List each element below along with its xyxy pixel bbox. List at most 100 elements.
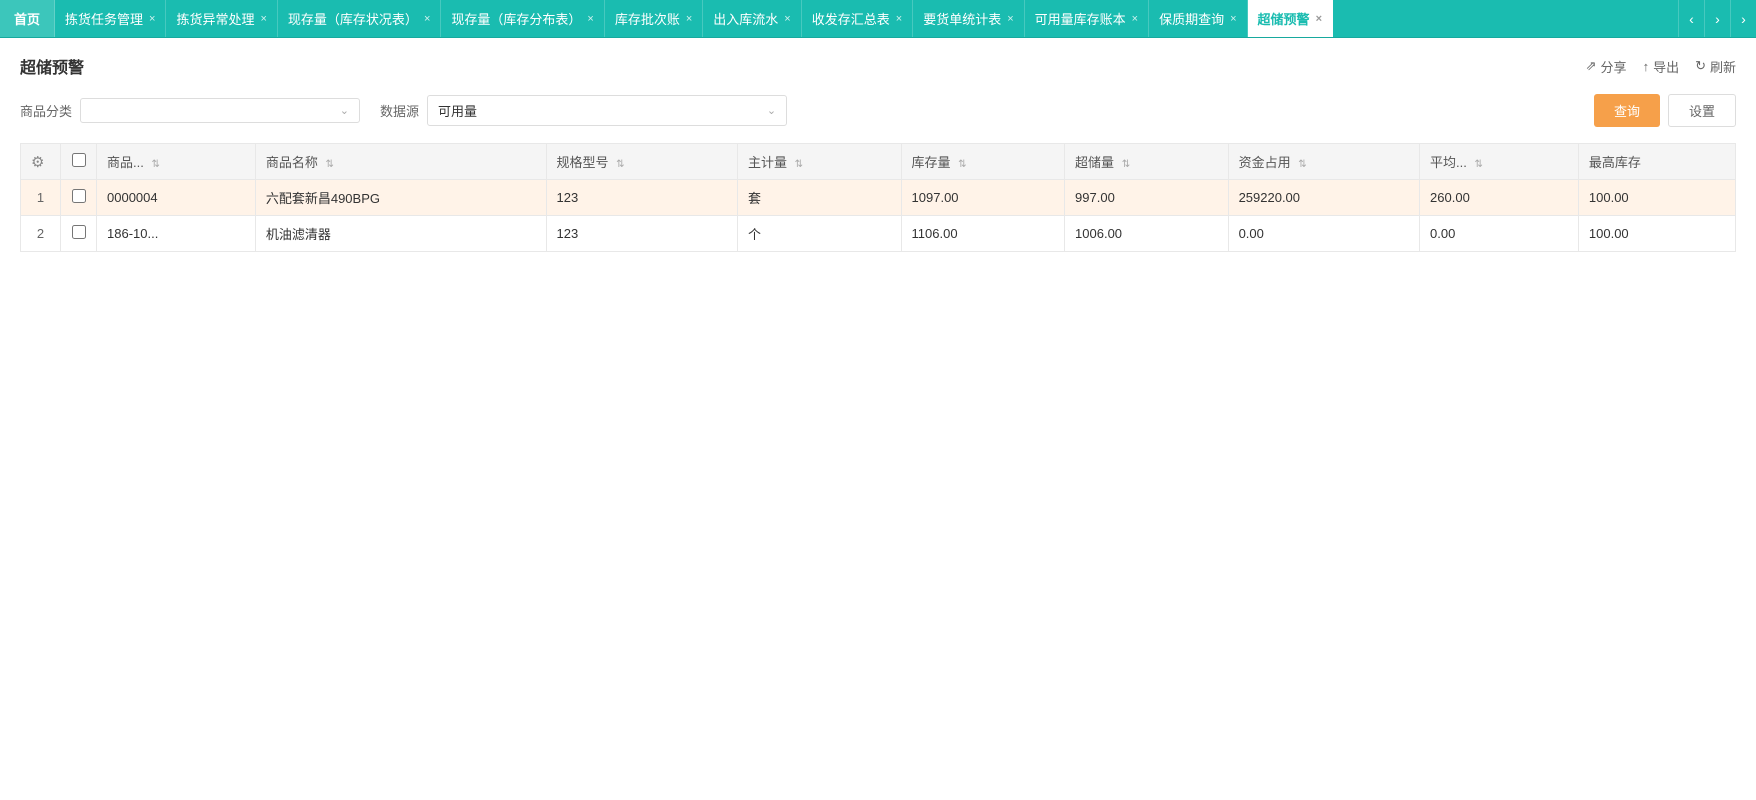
th-avg: 平均... ⇅ <box>1420 144 1579 180</box>
row-index: 2 <box>21 216 61 252</box>
row-checkbox-1[interactable] <box>72 225 86 239</box>
nav-next-arrow[interactable]: › <box>1704 0 1730 38</box>
share-button[interactable]: ⇗ 分享 <box>1586 57 1627 76</box>
row-unit: 个 <box>738 216 902 252</box>
datasource-select-value: 可用量 <box>438 101 477 120</box>
nav-prev-arrow[interactable]: ‹ <box>1678 0 1704 38</box>
row-avg: 260.00 <box>1420 180 1579 216</box>
close-tab-4-icon[interactable]: × <box>686 13 692 25</box>
nav-tab-8[interactable]: 可用量库存账本 × <box>1025 0 1149 37</box>
close-tab-8-icon[interactable]: × <box>1132 13 1138 25</box>
page-title: 超储预警 <box>20 54 84 78</box>
close-tab-6-icon[interactable]: × <box>896 13 902 25</box>
nav-tab-2[interactable]: 现存量（库存状况表） × <box>278 0 441 37</box>
close-tab-5-icon[interactable]: × <box>784 13 790 25</box>
nav-tab-3[interactable]: 现存量（库存分布表） × <box>441 0 604 37</box>
th-product-code: 商品... ⇅ <box>97 144 256 180</box>
sort-icon-capital[interactable]: ⇅ <box>1298 159 1306 170</box>
refresh-icon: ↻ <box>1695 58 1706 74</box>
th-product-name: 商品名称 ⇅ <box>255 144 546 180</box>
nav-more-arrow[interactable]: › <box>1730 0 1756 38</box>
row-max-stock: 100.00 <box>1578 180 1735 216</box>
th-overstock: 超储量 ⇅ <box>1065 144 1229 180</box>
table-row: 2 186-10... 机油滤清器 123 个 1106.00 1006.00 … <box>21 216 1736 252</box>
row-unit: 套 <box>738 180 902 216</box>
sort-icon-overstock[interactable]: ⇅ <box>1122 159 1130 170</box>
category-select[interactable]: ⌄ <box>80 98 360 123</box>
datasource-label: 数据源 <box>380 101 419 120</box>
page-header: 超储预警 ⇗ 分享 ↑ 导出 ↻ 刷新 <box>20 54 1736 78</box>
close-tab-7-icon[interactable]: × <box>1007 13 1013 25</box>
th-spec: 规格型号 ⇅ <box>546 144 737 180</box>
page-content: 超储预警 ⇗ 分享 ↑ 导出 ↻ 刷新 商品分类 ⌄ 数据源 <box>0 38 1756 268</box>
row-overstock: 997.00 <box>1065 180 1229 216</box>
row-stock: 1106.00 <box>901 216 1065 252</box>
datasource-filter: 数据源 可用量 ⌄ <box>380 95 787 126</box>
th-settings: ⚙ <box>21 144 61 180</box>
nav-tab-4[interactable]: 库存批次账 × <box>605 0 703 37</box>
row-spec: 123 <box>546 180 737 216</box>
chevron-down-icon-2: ⌄ <box>767 104 776 117</box>
sort-icon-stock[interactable]: ⇅ <box>958 159 966 170</box>
row-stock: 1097.00 <box>901 180 1065 216</box>
nav-tab-5[interactable]: 出入库流水 × <box>703 0 801 37</box>
header-actions: ⇗ 分享 ↑ 导出 ↻ 刷新 <box>1586 57 1736 76</box>
nav-tab-7[interactable]: 要货单统计表 × <box>913 0 1024 37</box>
th-checkbox <box>61 144 97 180</box>
close-tab-10-icon[interactable]: × <box>1316 13 1322 25</box>
table-row: 1 0000004 六配套新昌490BPG 123 套 1097.00 997.… <box>21 180 1736 216</box>
gear-icon[interactable]: ⚙ <box>31 154 44 171</box>
close-tab-3-icon[interactable]: × <box>587 13 593 25</box>
filter-actions: 查询 设置 <box>1594 94 1736 127</box>
th-max-stock: 最高库存 <box>1578 144 1735 180</box>
nav-tab-6[interactable]: 收发存汇总表 × <box>802 0 913 37</box>
close-tab-1-icon[interactable]: × <box>260 13 266 25</box>
row-checkbox-cell <box>61 180 97 216</box>
top-navigation: 首页 拣货任务管理 × 拣货异常处理 × 现存量（库存状况表） × 现存量（库存… <box>0 0 1756 38</box>
select-all-checkbox[interactable] <box>72 153 86 167</box>
row-avg: 0.00 <box>1420 216 1579 252</box>
nav-tab-10[interactable]: 超储预警 × <box>1248 0 1333 37</box>
row-product-name: 机油滤清器 <box>255 216 546 252</box>
nav-tab-1[interactable]: 拣货异常处理 × <box>166 0 277 37</box>
nav-tab-0[interactable]: 拣货任务管理 × <box>55 0 166 37</box>
share-icon: ⇗ <box>1586 58 1597 74</box>
datasource-select[interactable]: 可用量 ⌄ <box>427 95 787 126</box>
sort-icon-product-name[interactable]: ⇅ <box>325 159 333 170</box>
row-checkbox-cell <box>61 216 97 252</box>
settings-button[interactable]: 设置 <box>1668 94 1736 127</box>
row-index: 1 <box>21 180 61 216</box>
th-stock: 库存量 ⇅ <box>901 144 1065 180</box>
row-product-name: 六配套新昌490BPG <box>255 180 546 216</box>
sort-icon-unit[interactable]: ⇅ <box>795 159 803 170</box>
nav-tab-9[interactable]: 保质期查询 × <box>1149 0 1247 37</box>
refresh-button[interactable]: ↻ 刷新 <box>1695 57 1736 76</box>
row-max-stock: 100.00 <box>1578 216 1735 252</box>
nav-arrows: ‹ › › <box>1678 0 1756 38</box>
th-unit: 主计量 ⇅ <box>738 144 902 180</box>
filter-row: 商品分类 ⌄ 数据源 可用量 ⌄ 查询 设置 <box>20 94 1736 127</box>
close-tab-0-icon[interactable]: × <box>149 13 155 25</box>
row-overstock: 1006.00 <box>1065 216 1229 252</box>
nav-home[interactable]: 首页 <box>0 0 55 37</box>
query-button[interactable]: 查询 <box>1594 94 1660 127</box>
category-filter: 商品分类 ⌄ <box>20 98 360 123</box>
data-table: ⚙ 商品... ⇅ 商品名称 ⇅ 规格型号 ⇅ 主计量 <box>20 143 1736 252</box>
sort-icon-product-code[interactable]: ⇅ <box>151 159 159 170</box>
row-spec: 123 <box>546 216 737 252</box>
sort-icon-avg[interactable]: ⇅ <box>1475 159 1483 170</box>
close-tab-9-icon[interactable]: × <box>1230 13 1236 25</box>
row-capital: 0.00 <box>1228 216 1419 252</box>
export-icon: ↑ <box>1643 59 1650 74</box>
sort-icon-spec[interactable]: ⇅ <box>616 159 624 170</box>
close-tab-2-icon[interactable]: × <box>424 13 430 25</box>
row-capital: 259220.00 <box>1228 180 1419 216</box>
row-product-code: 0000004 <box>97 180 256 216</box>
th-capital: 资金占用 ⇅ <box>1228 144 1419 180</box>
row-product-code: 186-10... <box>97 216 256 252</box>
chevron-down-icon: ⌄ <box>340 104 349 117</box>
table-header-row: ⚙ 商品... ⇅ 商品名称 ⇅ 规格型号 ⇅ 主计量 <box>21 144 1736 180</box>
row-checkbox-0[interactable] <box>72 189 86 203</box>
export-button[interactable]: ↑ 导出 <box>1643 57 1680 76</box>
category-label: 商品分类 <box>20 101 72 120</box>
